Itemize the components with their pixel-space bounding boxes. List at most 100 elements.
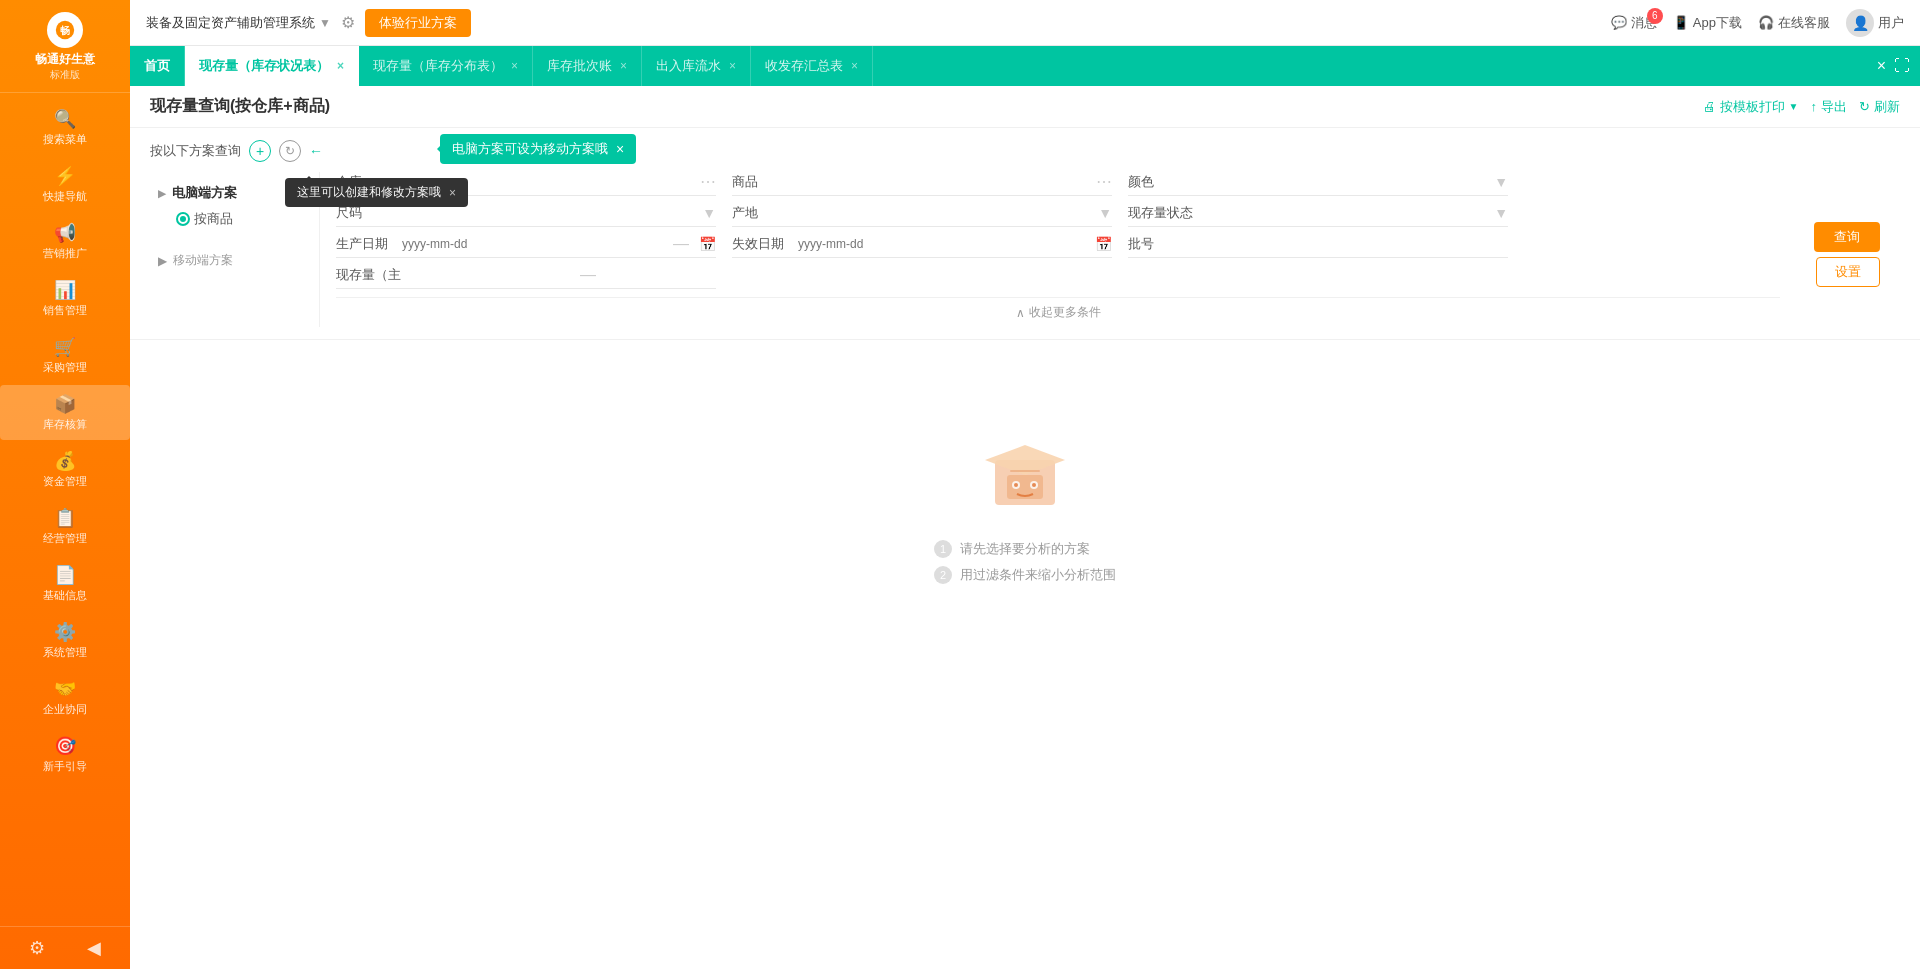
sidebar-item-guide[interactable]: 🎯 新手引导 [0,727,130,782]
message-button[interactable]: 💬 消息 6 [1611,14,1657,32]
expand-arrow-icon: ▶ [158,188,166,199]
collapse-up-icon: ∧ [1016,306,1025,320]
tab-minimize-icon[interactable]: × [1877,57,1886,75]
template-print-button[interactable]: 🖨 按模板打印 ▼ [1703,98,1799,116]
header-gear-icon[interactable]: ⚙ [341,13,355,32]
scheme-popup-close-btn[interactable]: × [616,141,624,157]
tab-close-icon[interactable]: × [729,59,736,73]
filter-sync-button[interactable]: ↻ [279,140,301,162]
app-download-button[interactable]: 📱 App下载 [1673,14,1742,32]
sidebar-item-finance[interactable]: 💰 资金管理 [0,442,130,497]
tab-inventory-dist-label: 现存量（库存分布表） [373,57,503,75]
reset-button[interactable]: 设置 [1816,257,1880,287]
product-more-icon[interactable]: ⋯ [1096,172,1112,191]
origin-dropdown-icon[interactable]: ▼ [1098,205,1112,221]
expiry-date-start[interactable] [798,237,1089,251]
search-icon: 🔍 [54,108,76,130]
sidebar-item-label: 系统管理 [43,645,87,660]
template-print-label: 按模板打印 [1720,98,1785,116]
message-icon: 💬 [1611,15,1627,30]
tooltip-close-btn[interactable]: × [449,186,456,200]
size-field: 尺码 ▼ [336,204,716,227]
message-badge: 6 [1647,8,1663,24]
sidebar-item-system[interactable]: ⚙️ 系统管理 [0,613,130,668]
page-title-bar: 现存量查询(按仓库+商品) 🖨 按模板打印 ▼ ↑ 导出 ↻ 刷新 [130,86,1920,128]
collapse-sidebar-btn[interactable]: ◀ [87,937,101,959]
filter-row-4: 现存量（主） — [336,266,1780,289]
expiry-date-label: 失效日期 [732,235,792,253]
online-service-button[interactable]: 🎧 在线客服 [1758,14,1830,32]
collapse-bar[interactable]: ∧ 收起更多条件 [336,297,1780,327]
export-icon: ↑ [1811,99,1818,114]
filter-add-button[interactable]: + [249,140,271,162]
mobile-scheme-item[interactable]: ▶ 移动端方案 [150,248,311,273]
app-download-label: App下载 [1693,14,1742,32]
sidebar-item-quick-nav[interactable]: ⚡ 快捷导航 [0,157,130,212]
export-label: 导出 [1821,98,1847,116]
refresh-button[interactable]: ↻ 刷新 [1859,98,1900,116]
calendar-icon[interactable]: 📅 [699,236,716,252]
production-date-field: 生产日期 — 📅 [336,235,716,258]
size-input[interactable] [402,206,696,221]
tab-receive-summary[interactable]: 收发存汇总表 × [751,46,873,86]
product-input[interactable] [798,174,1090,189]
expand-mobile-icon: ▶ [158,254,167,268]
sidebar-item-search[interactable]: 🔍 搜索菜单 [0,100,130,155]
sidebar-item-operations[interactable]: 📋 经营管理 [0,499,130,554]
tab-batch-ledger[interactable]: 库存批次账 × [533,46,642,86]
color-dropdown-icon[interactable]: ▼ [1494,174,1508,190]
tab-close-icon[interactable]: × [511,59,518,73]
product-field: 商品 ⋯ [732,172,1112,196]
export-button[interactable]: ↑ 导出 [1811,98,1848,116]
tab-in-out-flow[interactable]: 出入库流水 × [642,46,751,86]
sidebar-item-enterprise[interactable]: 🤝 企业协同 [0,670,130,725]
production-date-start[interactable] [402,237,663,251]
filter-back-button[interactable]: ← [309,143,323,159]
dropdown-icon: ▼ [1789,101,1799,112]
origin-label: 产地 [732,204,792,222]
calendar2-icon[interactable]: 📅 [1095,236,1112,252]
tab-close-icon[interactable]: × [337,59,344,73]
sidebar-item-purchase[interactable]: 🛒 采购管理 [0,328,130,383]
origin-input[interactable] [798,206,1092,221]
lightning-icon: ⚡ [54,165,76,187]
status-dropdown-icon[interactable]: ▼ [1494,205,1508,221]
color-input[interactable] [1194,174,1488,189]
stock-status-input[interactable] [1199,206,1488,221]
title-actions: 🖨 按模板打印 ▼ ↑ 导出 ↻ 刷新 [1703,98,1900,116]
tooltip-text: 这里可以创建和修改方案哦 [297,184,441,201]
scheme-child-item[interactable]: 按商品 [170,206,311,232]
tab-bar: 首页 现存量（库存状况表） × 现存量（库存分布表） × 库存批次账 × 出入库… [130,46,1920,86]
box-icon: 📦 [54,393,76,415]
experience-button[interactable]: 体验行业方案 [365,9,471,37]
settings-bottom-btn[interactable]: ⚙ [29,937,45,959]
batch-no-input[interactable] [1194,237,1508,252]
batch-no-label: 批号 [1128,235,1188,253]
user-menu-button[interactable]: 👤 用户 [1846,9,1904,37]
filter-area: 电脑方案可设为移动方案哦 × 这里可以创建和修改方案哦 × 按以下方案查询 + … [130,128,1920,340]
sidebar-item-sales[interactable]: 📊 销售管理 [0,271,130,326]
sidebar-item-inventory[interactable]: 📦 库存核算 [0,385,130,440]
stock-qty-label: 现存量（主） [336,266,396,284]
stock-qty-start[interactable] [402,268,570,283]
tip-text-1: 请先选择要分析的方案 [960,540,1090,558]
size-dropdown-icon[interactable]: ▼ [702,205,716,221]
sidebar-item-basic-info[interactable]: 📄 基础信息 [0,556,130,611]
chart-icon: 📊 [54,279,76,301]
target-icon: 🎯 [54,735,76,757]
tab-inventory-dist[interactable]: 现存量（库存分布表） × [359,46,533,86]
stock-qty-end[interactable] [606,268,774,283]
tab-inventory-status[interactable]: 现存量（库存状况表） × [185,46,359,86]
search-button[interactable]: 查询 [1814,222,1880,252]
tab-home-label: 首页 [144,57,170,75]
warehouse-more-icon[interactable]: ⋯ [700,172,716,191]
tab-close-icon[interactable]: × [851,59,858,73]
tab-home[interactable]: 首页 [130,46,185,86]
tab-maximize-icon[interactable]: ⛶ [1894,57,1910,75]
batch-no-field: 批号 [1128,235,1508,258]
sidebar-item-label: 采购管理 [43,360,87,375]
tab-close-icon[interactable]: × [620,59,627,73]
sidebar-item-marketing[interactable]: 📢 营销推广 [0,214,130,269]
sidebar-item-label: 搜索菜单 [43,132,87,147]
system-selector[interactable]: 装备及固定资产辅助管理系统 ▼ [146,14,331,32]
